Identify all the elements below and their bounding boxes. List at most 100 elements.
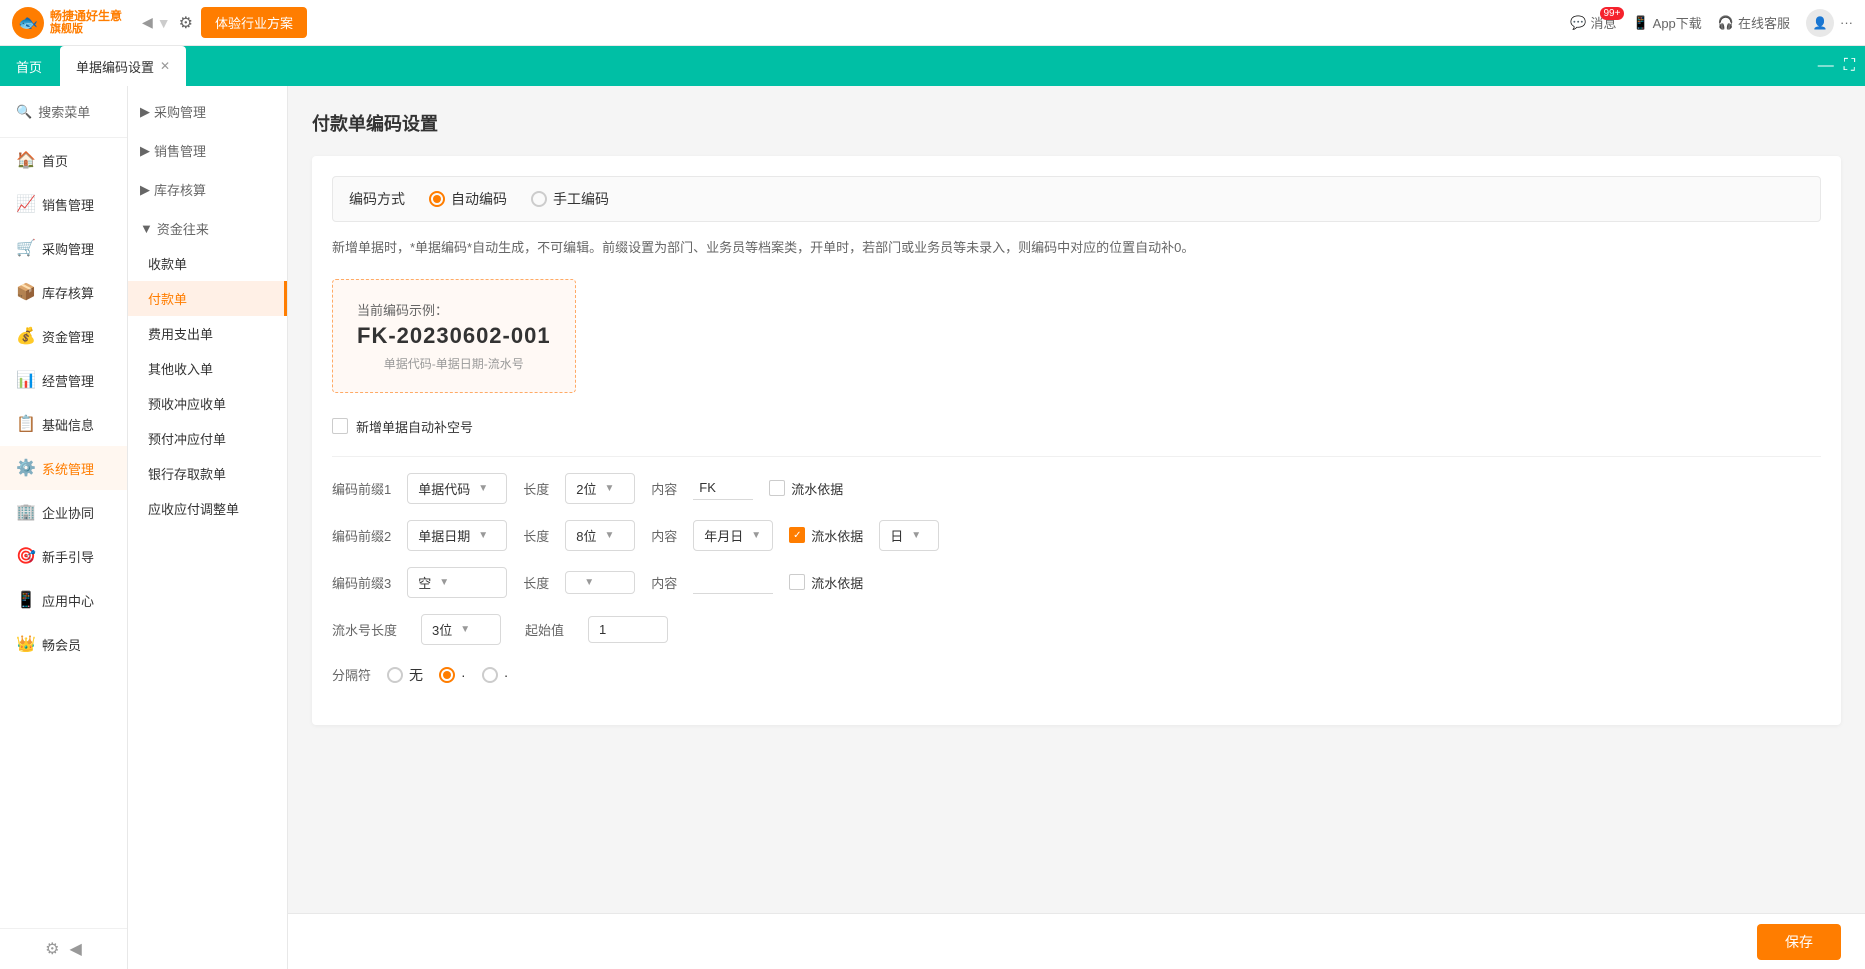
- prefix3-row: 编码前缀3 空 ▼ 长度 ▼ 内容 流水依据: [332, 567, 1821, 598]
- purchase-icon: 🛒: [16, 238, 34, 258]
- sidebar-item-finance[interactable]: 💰 资金管理: [0, 314, 127, 358]
- sidebar-item-newbie[interactable]: 🎯 新手引导: [0, 534, 127, 578]
- tab-bar: 首页 单据编码设置 ✕ — ⛶: [0, 46, 1865, 86]
- sub-menu-advance-pay[interactable]: 预付冲应付单: [128, 421, 287, 456]
- search-menu-btn[interactable]: 🔍 搜索菜单: [8, 96, 119, 127]
- content2-select[interactable]: 年月日 ▼: [693, 520, 773, 551]
- inventory-icon: 📦: [16, 282, 34, 302]
- prefix3-select[interactable]: 空 ▼: [407, 567, 507, 598]
- watermark2-checkbox[interactable]: ✓: [789, 527, 805, 543]
- tab-maximize-icon[interactable]: ⛶: [1844, 57, 1855, 75]
- sub-menu-expense[interactable]: 费用支出单: [128, 316, 287, 351]
- save-button[interactable]: 保存: [1757, 924, 1841, 960]
- sub-menu-other-income[interactable]: 其他收入单: [128, 351, 287, 386]
- chevron-right-icon: ▶: [140, 104, 150, 120]
- serial-length-select[interactable]: 3位 ▼: [421, 614, 501, 645]
- chevron-down-icon: ▼: [140, 221, 153, 236]
- sub-group-finance-header[interactable]: ▼ 资金往来: [128, 211, 287, 246]
- sidebar-item-sales[interactable]: 📈 销售管理: [0, 182, 127, 226]
- sub-group-inventory-header[interactable]: ▶ 库存核算: [128, 172, 287, 207]
- footer-settings-icon[interactable]: ⚙: [45, 939, 59, 959]
- auto-fill-label: 新增单据自动补空号: [356, 417, 473, 436]
- length3-arrow-icon: ▼: [584, 577, 594, 588]
- sidebar-item-home[interactable]: 🏠 首页: [0, 138, 127, 182]
- user-info[interactable]: 👤 ···: [1806, 9, 1853, 37]
- length2-arrow-icon: ▼: [604, 530, 614, 541]
- sep-dash-radio[interactable]: ·: [482, 667, 509, 683]
- app-download-btn[interactable]: 📱 App下载: [1632, 13, 1701, 32]
- start-value-label: 起始值: [525, 620, 564, 639]
- length2-label: 长度: [523, 526, 549, 545]
- sub-menu-bank[interactable]: 银行存取款单: [128, 456, 287, 491]
- sep-dot-circle: [439, 667, 455, 683]
- experience-btn[interactable]: 体验行业方案: [201, 7, 307, 38]
- avatar: 👤: [1806, 9, 1834, 37]
- settings-icon[interactable]: ⚙: [179, 13, 193, 33]
- sidebar-item-system[interactable]: ⚙️ 系统管理: [0, 446, 127, 490]
- tab-bar-actions: — ⛶: [1818, 57, 1865, 75]
- service-icon: 🎧: [1718, 15, 1734, 31]
- watermark3-checkbox[interactable]: [789, 574, 805, 590]
- top-bar: 🐟 畅捷通好生意 旗舰版 ◀ ▼ ⚙ 体验行业方案 💬 消息 99+ 📱 App…: [0, 0, 1865, 46]
- divider-1: [332, 456, 1821, 457]
- sub-menu-advance-recv[interactable]: 预收冲应收单: [128, 386, 287, 421]
- sep-none-radio[interactable]: 无: [387, 665, 423, 685]
- finance-icon: 💰: [16, 326, 34, 346]
- sub-menu-payment[interactable]: 付款单: [128, 281, 287, 316]
- auto-fill-checkbox[interactable]: [332, 418, 348, 434]
- sub-menu-receipt[interactable]: 收款单: [128, 246, 287, 281]
- sub-menu-adjustment[interactable]: 应收应付调整单: [128, 491, 287, 526]
- content1-input[interactable]: [693, 476, 753, 500]
- length1-label: 长度: [523, 479, 549, 498]
- start-value-input[interactable]: [588, 616, 668, 643]
- sidebar-item-purchase[interactable]: 🛒 采购管理: [0, 226, 127, 270]
- auto-code-radio-circle: [429, 191, 445, 207]
- sidebar-item-member[interactable]: 👑 畅会员: [0, 622, 127, 666]
- manual-code-radio[interactable]: 手工编码: [531, 189, 609, 209]
- tab-encoding-settings[interactable]: 单据编码设置 ✕: [60, 46, 186, 86]
- sidebar-item-basic[interactable]: 📋 基础信息: [0, 402, 127, 446]
- length3-select[interactable]: ▼: [565, 571, 635, 594]
- settings-card: 编码方式 自动编码 手工编码 新增单据时，*单据编码*自动生成，不可编辑。前缀设…: [312, 156, 1841, 725]
- prefix2-select[interactable]: 单据日期 ▼: [407, 520, 507, 551]
- separator-label: 分隔符: [332, 665, 371, 684]
- watermark2-label: 流水依据: [811, 526, 863, 545]
- app-center-icon: 📱: [16, 590, 34, 610]
- sub-group-purchase: ▶ 采购管理: [128, 94, 287, 129]
- length1-select[interactable]: 2位 ▼: [565, 473, 635, 504]
- home-icon: 🏠: [16, 150, 34, 170]
- nav-forward-icon[interactable]: ▼: [157, 15, 171, 31]
- watermark2-period-select[interactable]: 日 ▼: [879, 520, 939, 551]
- content3-input[interactable]: [693, 570, 773, 594]
- sidebar-item-inventory[interactable]: 📦 库存核算: [0, 270, 127, 314]
- sub-group-sales: ▶ 销售管理: [128, 133, 287, 168]
- logo-text: 畅捷通好生意 旗舰版: [50, 9, 122, 37]
- sub-group-purchase-header[interactable]: ▶ 采购管理: [128, 94, 287, 129]
- sidebar-item-operations[interactable]: 📊 经营管理: [0, 358, 127, 402]
- sidebar-item-app[interactable]: 📱 应用中心: [0, 578, 127, 622]
- top-bar-center: ◀ ▼ ⚙ 体验行业方案: [142, 7, 1560, 38]
- watermark1-checkbox[interactable]: [769, 480, 785, 496]
- tab-minimize-icon[interactable]: —: [1818, 57, 1834, 75]
- nav-back-icon[interactable]: ◀: [142, 14, 153, 31]
- sep-dot-radio[interactable]: ·: [439, 667, 466, 683]
- preview-label: 当前编码示例：: [357, 300, 551, 319]
- auto-code-radio[interactable]: 自动编码: [429, 189, 507, 209]
- operations-icon: 📊: [16, 370, 34, 390]
- sub-group-finance: ▼ 资金往来 收款单 付款单 费用支出单 其他收入单 预收冲应收单 预付冲应付单: [128, 211, 287, 526]
- online-service-btn[interactable]: 🎧 在线客服: [1718, 13, 1790, 32]
- prefix2-arrow-icon: ▼: [478, 530, 488, 541]
- length2-select[interactable]: 8位 ▼: [565, 520, 635, 551]
- tab-close-icon[interactable]: ✕: [160, 59, 170, 73]
- prefix1-row: 编码前缀1 单据代码 ▼ 长度 2位 ▼ 内容 流水依据: [332, 473, 1821, 504]
- sub-group-sales-header[interactable]: ▶ 销售管理: [128, 133, 287, 168]
- separator-options: 无 · ·: [387, 665, 508, 685]
- footer-collapse-icon[interactable]: ◀: [70, 939, 82, 959]
- sidebar-item-company[interactable]: 🏢 企业协同: [0, 490, 127, 534]
- tab-home[interactable]: 首页: [0, 46, 58, 86]
- logo-icon: 🐟: [12, 7, 44, 39]
- sub-sidebar: ▶ 采购管理 ▶ 销售管理 ▶ 库存核算 ▼ 资金往来 收款单: [128, 86, 288, 969]
- message-btn[interactable]: 💬 消息 99+: [1570, 13, 1616, 32]
- main-layout: 🔍 搜索菜单 🏠 首页 📈 销售管理 🛒 采购管理 📦 库存核算 💰 资金管理 …: [0, 86, 1865, 969]
- prefix1-select[interactable]: 单据代码 ▼: [407, 473, 507, 504]
